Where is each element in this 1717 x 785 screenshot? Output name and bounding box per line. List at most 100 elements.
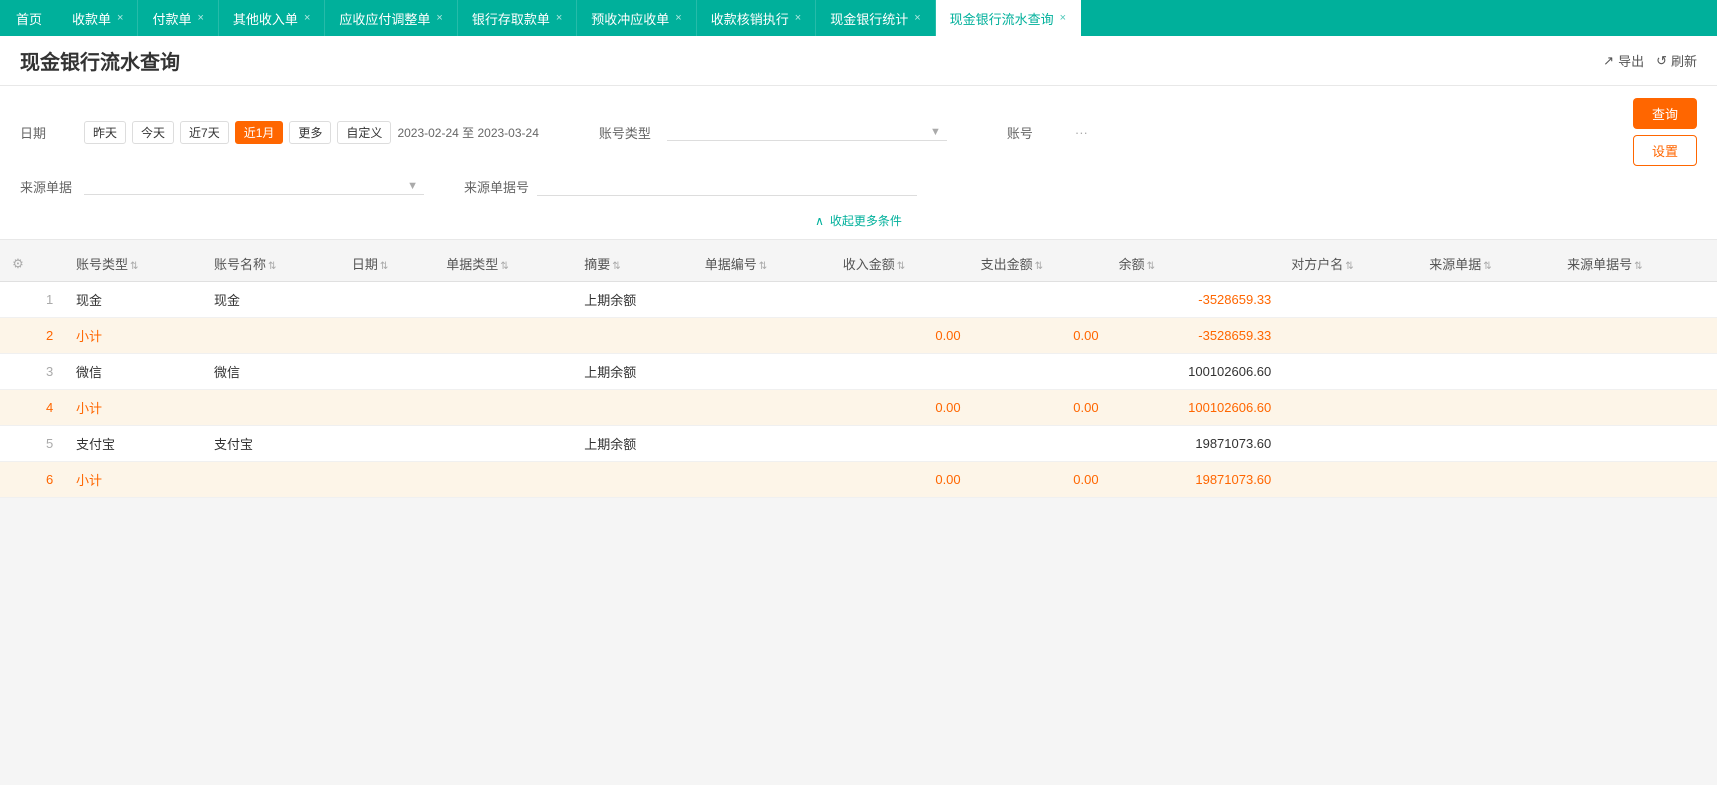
cell-account_type: 微信 <box>66 354 204 390</box>
cell-counterpart <box>1281 390 1419 426</box>
nav-item-应收应付调整单[interactable]: 应收应付调整单× <box>325 0 457 36</box>
cell-expense: 0.00 <box>971 390 1109 426</box>
cell-gear <box>0 354 36 390</box>
cell-gear <box>0 282 36 318</box>
col-no <box>36 246 66 282</box>
cell-account_name: 支付宝 <box>204 426 342 462</box>
cell-date <box>342 426 436 462</box>
nav-close-icon[interactable]: × <box>556 12 562 24</box>
cell-summary: 上期余额 <box>574 282 695 318</box>
cell-doc_no <box>695 354 833 390</box>
cell-no: 5 <box>36 426 66 462</box>
date-option-昨天[interactable]: 昨天 <box>84 121 126 144</box>
nav-item-预收冲应收单[interactable]: 预收冲应收单× <box>577 0 696 36</box>
cell-doc_no <box>695 282 833 318</box>
account-type-arrow-icon: ▼ <box>930 126 941 138</box>
cell-doc_type <box>436 282 574 318</box>
collapse-bar[interactable]: ∧ 收起更多条件 <box>20 206 1697 231</box>
nav-close-icon[interactable]: × <box>117 12 123 24</box>
cell-source_doc_no <box>1557 318 1717 354</box>
cell-source_doc <box>1419 462 1557 498</box>
cell-summary: 上期余额 <box>574 354 695 390</box>
top-nav: 首页 收款单×付款单×其他收入单×应收应付调整单×银行存取款单×预收冲应收单×收… <box>0 0 1717 36</box>
cell-source_doc_no <box>1557 426 1717 462</box>
col-balance: 余额⇅ <box>1109 246 1282 282</box>
cell-no: 1 <box>36 282 66 318</box>
nav-item-现金银行流水查询[interactable]: 现金银行流水查询× <box>936 0 1081 36</box>
query-button[interactable]: 查询 <box>1633 98 1697 129</box>
date-option-近1月[interactable]: 近1月 <box>235 121 284 144</box>
table-row: 2小计0.000.00-3528659.33 <box>0 318 1717 354</box>
cell-doc_no <box>695 318 833 354</box>
sort-icon-summary: ⇅ <box>612 261 620 272</box>
cell-income <box>833 426 971 462</box>
date-option-近7天[interactable]: 近7天 <box>180 121 229 144</box>
account-type-select[interactable]: ▼ <box>667 124 947 141</box>
cell-summary <box>574 318 695 354</box>
col-gear: ⚙ <box>0 246 36 282</box>
account-label: 账号 <box>1007 123 1067 142</box>
cell-doc_type <box>436 462 574 498</box>
cell-date <box>342 354 436 390</box>
nav-close-icon[interactable]: × <box>1060 12 1066 24</box>
cell-income <box>833 354 971 390</box>
cell-account_name <box>204 318 342 354</box>
data-table: ⚙账号类型⇅账号名称⇅日期⇅单据类型⇅摘要⇅单据编号⇅收入金额⇅支出金额⇅余额⇅… <box>0 246 1717 498</box>
nav-item-收款单[interactable]: 收款单× <box>58 0 138 36</box>
date-option-自定义[interactable]: 自定义 <box>337 121 391 144</box>
source-doc-no-label: 来源单据号 <box>464 177 529 196</box>
cell-expense <box>971 426 1109 462</box>
filter-row-date: 日期 昨天今天近7天近1月更多自定义 2023-02-24 至 2023-03-… <box>20 98 1697 166</box>
refresh-icon: ↺ <box>1656 53 1667 69</box>
gear-icon[interactable]: ⚙ <box>12 256 24 271</box>
cell-account_type: 现金 <box>66 282 204 318</box>
nav-close-icon[interactable]: × <box>795 12 801 24</box>
nav-label: 收款核销执行 <box>711 9 789 28</box>
header-actions: ↗ 导出 ↺ 刷新 <box>1603 51 1697 70</box>
cell-counterpart <box>1281 318 1419 354</box>
table-row: 6小计0.000.0019871073.60 <box>0 462 1717 498</box>
source-doc-no-input[interactable] <box>537 176 917 196</box>
col-account_name: 账号名称⇅ <box>204 246 342 282</box>
sort-icon-expense: ⇅ <box>1035 261 1043 272</box>
cell-income: 0.00 <box>833 318 971 354</box>
nav-close-icon[interactable]: × <box>304 12 310 24</box>
col-doc_no: 单据编号⇅ <box>695 246 833 282</box>
refresh-button[interactable]: ↺ 刷新 <box>1656 51 1697 70</box>
nav-close-icon[interactable]: × <box>197 12 203 24</box>
source-doc-arrow-icon: ▼ <box>407 180 418 192</box>
cell-date <box>342 318 436 354</box>
settings-button[interactable]: 设置 <box>1633 135 1697 166</box>
cell-counterpart <box>1281 282 1419 318</box>
cell-summary <box>574 390 695 426</box>
cell-source_doc <box>1419 318 1557 354</box>
cell-account_type: 小计 <box>66 462 204 498</box>
nav-label: 其他收入单 <box>233 9 298 28</box>
nav-item-付款单[interactable]: 付款单× <box>138 0 218 36</box>
nav-item-现金银行统计[interactable]: 现金银行统计× <box>816 0 935 36</box>
nav-close-icon[interactable]: × <box>914 12 920 24</box>
page-title: 现金银行流水查询 <box>20 46 180 75</box>
cell-counterpart <box>1281 462 1419 498</box>
cell-source_doc_no <box>1557 462 1717 498</box>
source-doc-select[interactable]: ▼ <box>84 178 424 195</box>
account-more-icon[interactable]: ··· <box>1075 125 1088 140</box>
cell-gear <box>0 318 36 354</box>
cell-summary <box>574 462 695 498</box>
nav-close-icon[interactable]: × <box>436 12 442 24</box>
date-option-更多[interactable]: 更多 <box>289 121 331 144</box>
col-doc_type: 单据类型⇅ <box>436 246 574 282</box>
source-doc-label: 来源单据 <box>20 177 80 196</box>
cell-income: 0.00 <box>833 390 971 426</box>
nav-item-收款核销执行[interactable]: 收款核销执行 × <box>697 0 816 36</box>
nav-home[interactable]: 首页 <box>0 9 58 28</box>
cell-account_type: 小计 <box>66 318 204 354</box>
right-buttons: 查询 设置 <box>1633 98 1697 166</box>
nav-item-银行存取款单[interactable]: 银行存取款单× <box>458 0 577 36</box>
date-option-今天[interactable]: 今天 <box>132 121 174 144</box>
export-button[interactable]: ↗ 导出 <box>1603 51 1644 70</box>
nav-item-其他收入单[interactable]: 其他收入单 × <box>219 0 325 36</box>
sort-icon-source_doc_no: ⇅ <box>1634 261 1642 272</box>
nav-close-icon[interactable]: × <box>675 12 681 24</box>
account-type-label: 账号类型 <box>599 123 659 142</box>
